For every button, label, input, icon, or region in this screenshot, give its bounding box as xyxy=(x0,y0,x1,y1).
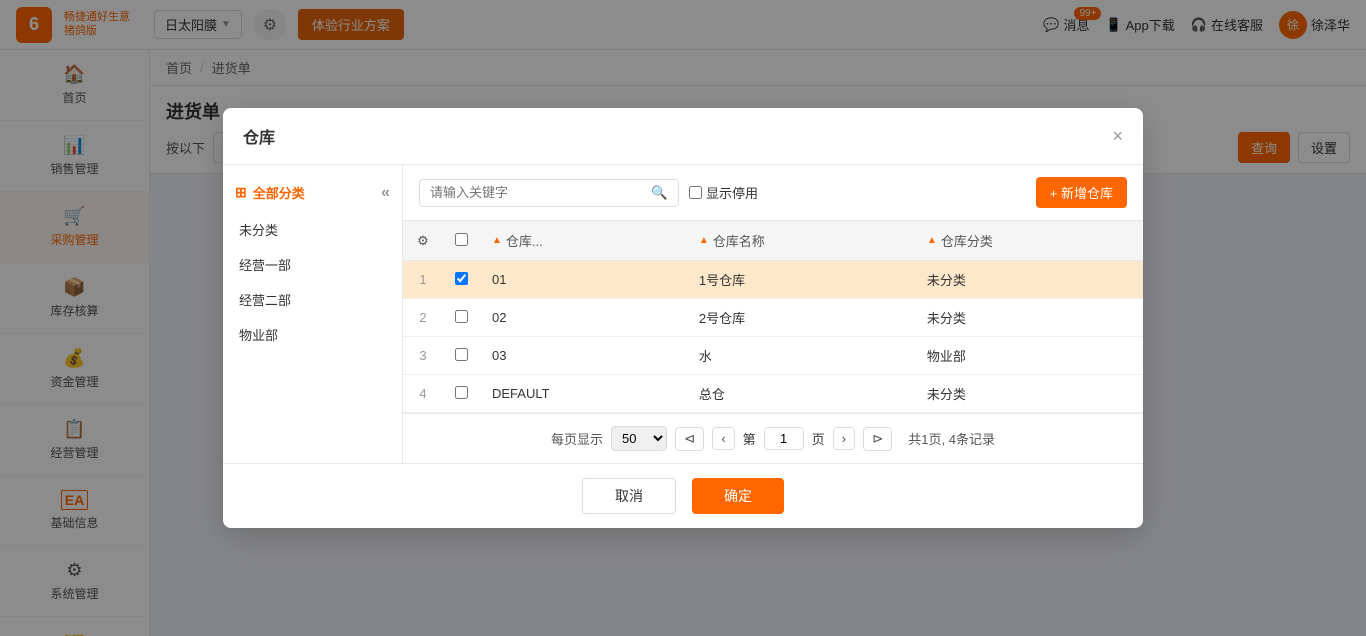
page-prev-btn[interactable]: ‹ xyxy=(712,427,734,450)
row-code: DEFAULT xyxy=(480,375,687,413)
search-box: 🔍 xyxy=(419,179,679,207)
row-code: 03 xyxy=(480,337,687,375)
row-index: 3 xyxy=(403,337,443,375)
category-item-dept1[interactable]: 经营一部 xyxy=(223,247,402,282)
table-row[interactable]: 4 DEFAULT 总仓 未分类 xyxy=(403,375,1143,413)
pagination: 每页显示 102050100 ⊲ ‹ 第 页 › ⊳ 共1页, 4条记录 xyxy=(403,413,1143,463)
category-item-unclassified[interactable]: 未分类 xyxy=(223,212,402,247)
new-warehouse-btn[interactable]: + 新增仓库 xyxy=(1036,177,1127,208)
modal-header: 仓库 × xyxy=(223,108,1143,165)
row-category: 未分类 xyxy=(915,375,1143,413)
search-btn[interactable]: 🔍 xyxy=(641,180,678,206)
row-name: 2号仓库 xyxy=(687,299,915,337)
row-index: 4 xyxy=(403,375,443,413)
row-code: 01 xyxy=(480,261,687,299)
modal-content-area: 🔍 显示停用 + 新增仓库 ⚙ xyxy=(403,165,1143,463)
row-category: 物业部 xyxy=(915,337,1143,375)
row-index: 2 xyxy=(403,299,443,337)
row-category: 未分类 xyxy=(915,261,1143,299)
col-checkbox xyxy=(443,221,480,261)
category-item-property[interactable]: 物业部 xyxy=(223,317,402,352)
col-name: ▲ 仓库名称 xyxy=(687,221,915,261)
col-code: ▲ 仓库... xyxy=(480,221,687,261)
page-total-info: 共1页, 4条记录 xyxy=(908,429,995,448)
row-code: 02 xyxy=(480,299,687,337)
warehouse-table: ⚙ ▲ 仓库... ▲ xyxy=(403,221,1143,413)
page-size-select[interactable]: 102050100 xyxy=(611,426,667,451)
warehouse-modal: 仓库 × ⊞ 全部分类 « 未分类 经营一部 经营二部 物业部 xyxy=(223,108,1143,528)
confirm-btn[interactable]: 确定 xyxy=(692,478,784,514)
show-disabled-checkbox[interactable]: 显示停用 xyxy=(689,183,758,202)
modal-overlay: 仓库 × ⊞ 全部分类 « 未分类 经营一部 经营二部 物业部 xyxy=(0,0,1366,636)
page-number-input[interactable] xyxy=(764,427,804,450)
search-input[interactable] xyxy=(420,180,641,205)
table-row[interactable]: 3 03 水 物业部 xyxy=(403,337,1143,375)
grid-icon: ⊞ xyxy=(235,184,247,201)
modal-title: 仓库 xyxy=(243,124,275,148)
col-category: ▲ 仓库分类 xyxy=(915,221,1143,261)
row-index: 1 xyxy=(403,261,443,299)
modal-footer: 取消 确定 xyxy=(223,463,1143,528)
row-name: 总仓 xyxy=(687,375,915,413)
modal-body: ⊞ 全部分类 « 未分类 经营一部 经营二部 物业部 🔍 xyxy=(223,165,1143,463)
page-next-btn[interactable]: › xyxy=(833,427,855,450)
cancel-btn[interactable]: 取消 xyxy=(582,478,676,514)
modal-toolbar: 🔍 显示停用 + 新增仓库 xyxy=(403,165,1143,221)
table-row[interactable]: 1 01 1号仓库 未分类 xyxy=(403,261,1143,299)
modal-close-btn[interactable]: × xyxy=(1112,126,1123,147)
category-sidebar: ⊞ 全部分类 « 未分类 经营一部 经营二部 物业部 xyxy=(223,165,403,463)
collapse-btn[interactable]: « xyxy=(381,184,390,202)
page-first-btn[interactable]: ⊲ xyxy=(675,427,704,451)
col-settings: ⚙ xyxy=(403,221,443,261)
row-name: 水 xyxy=(687,337,915,375)
table-row[interactable]: 2 02 2号仓库 未分类 xyxy=(403,299,1143,337)
category-all-label[interactable]: 全部分类 xyxy=(253,183,305,202)
category-header: ⊞ 全部分类 « xyxy=(223,177,402,212)
row-category: 未分类 xyxy=(915,299,1143,337)
category-item-dept2[interactable]: 经营二部 xyxy=(223,282,402,317)
row-name: 1号仓库 xyxy=(687,261,915,299)
page-last-btn[interactable]: ⊳ xyxy=(863,427,892,451)
